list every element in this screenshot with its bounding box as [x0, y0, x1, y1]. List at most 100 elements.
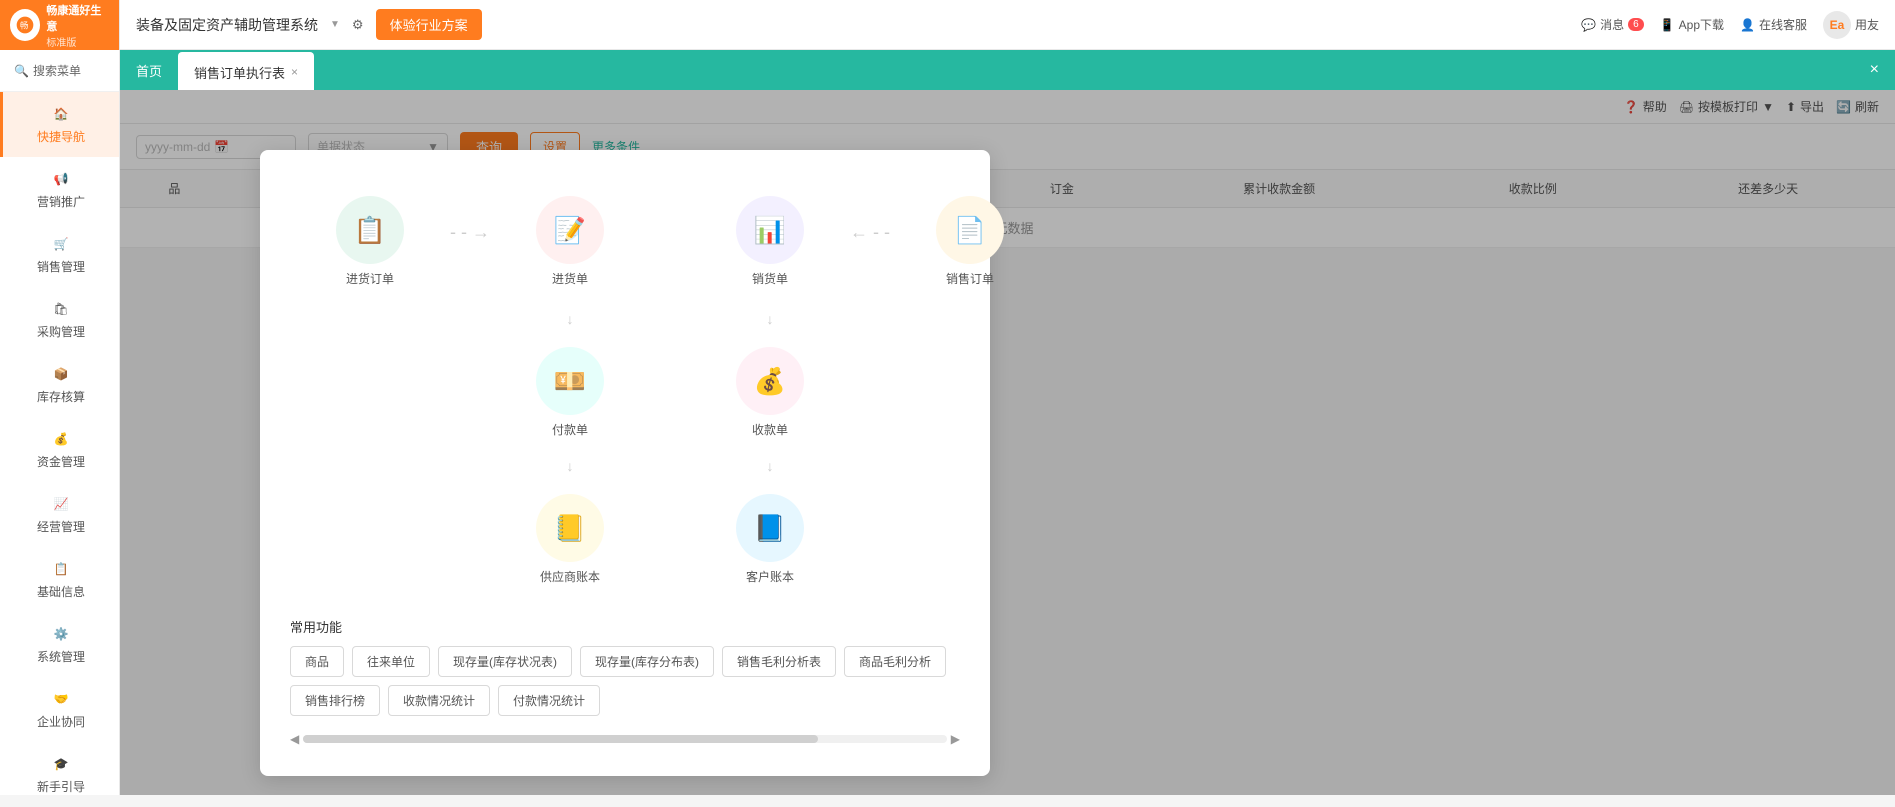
- sidebar-item-finance[interactable]: 💰 资金管理: [0, 417, 119, 482]
- sidebar-item-basic-info[interactable]: 📋 基础信息: [0, 547, 119, 612]
- sidebar-item-collab[interactable]: 🤝 企业协同: [0, 677, 119, 742]
- search-label: 搜索菜单: [33, 62, 81, 79]
- func-btn-receipt-stats[interactable]: 收款情况统计: [388, 685, 490, 716]
- func-btn-partner[interactable]: 往来单位: [352, 646, 430, 677]
- settings-icon[interactable]: ⚙: [352, 17, 364, 33]
- flow-cell-payment[interactable]: 💴 付款单: [490, 331, 650, 454]
- flow-cell-customer-ledger[interactable]: 📘 客户账本: [690, 478, 850, 601]
- arrow-down-payment: ↓: [490, 458, 650, 474]
- receipt-icon: 💰: [736, 347, 804, 415]
- arrow-down-purchase: ↓: [490, 311, 650, 327]
- finance-icon: 💰: [51, 429, 71, 449]
- modal-box: 📋 进货订单 - - → 📝 进货单 📊 销货单: [260, 150, 990, 776]
- user-avatar: Ea: [1823, 11, 1851, 39]
- func-btn-payment-stats[interactable]: 付款情况统计: [498, 685, 600, 716]
- arrow-down-receipt: ↓: [690, 458, 850, 474]
- sales-order-label: 销售订单: [946, 270, 994, 287]
- flow-cell-purchase-order[interactable]: 📋 进货订单: [290, 180, 450, 303]
- experience-button[interactable]: 体验行业方案: [376, 9, 482, 40]
- sidebar-item-label: 经营管理: [37, 518, 85, 535]
- tab-sales-order-label: 销售订单执行表: [194, 63, 285, 82]
- arrow-down-sales: ↓: [690, 311, 850, 327]
- purchase-bill-label: 进货单: [552, 270, 588, 287]
- marketing-icon: 📢: [51, 169, 71, 189]
- scroll-left-icon[interactable]: ◀: [290, 732, 299, 746]
- sidebar-item-label: 库存核算: [37, 388, 85, 405]
- receipt-label: 收款单: [752, 421, 788, 438]
- arrow-right-1: - - →: [450, 222, 490, 261]
- sidebar-item-purchase[interactable]: 🛍 采购管理: [0, 287, 119, 352]
- scrollbar-thumb: [303, 735, 818, 743]
- sidebar-item-system[interactable]: ⚙️ 系统管理: [0, 612, 119, 677]
- func-btn-sales-ranking[interactable]: 销售排行榜: [290, 685, 380, 716]
- logo-text: 畅康通好生意: [46, 2, 109, 34]
- sidebar-item-label: 新手引导: [37, 778, 85, 795]
- func-btn-sales-profit[interactable]: 销售毛利分析表: [722, 646, 836, 677]
- customer-ledger-icon: 📘: [736, 494, 804, 562]
- sidebar-search[interactable]: 🔍 搜索菜单: [0, 50, 119, 92]
- scrollbar-track[interactable]: [303, 735, 947, 743]
- func-btn-stock-dist[interactable]: 现存量(库存分布表): [580, 646, 714, 677]
- sidebar-item-sales[interactable]: 🛒 销售管理: [0, 222, 119, 287]
- home-icon: 🏠: [51, 104, 71, 124]
- service-icon: 👤: [1740, 18, 1755, 32]
- common-functions: 常用功能 商品 往来单位 现存量(库存状况表) 现存量(库存分布表) 销售毛利分…: [290, 617, 960, 716]
- sidebar-logo: 畅 畅康通好生意 标准版: [0, 0, 119, 50]
- tab-sales-order[interactable]: 销售订单执行表 ×: [178, 52, 314, 92]
- sidebar-item-inventory[interactable]: 📦 库存核算: [0, 352, 119, 417]
- customer-ledger-label: 客户账本: [746, 568, 794, 585]
- message-icon: 💬: [1581, 18, 1596, 32]
- search-menu-button[interactable]: 🔍 搜索菜单: [10, 58, 109, 83]
- app-download-button[interactable]: 📱 App下载: [1660, 16, 1724, 33]
- content-area: ❓ 帮助 🖨 按模板打印 ▼ ⬆ 导出 🔄 刷新: [120, 90, 1895, 795]
- sidebar-item-label: 快捷导航: [37, 128, 85, 145]
- payment-icon: 💴: [536, 347, 604, 415]
- user-name: 用友: [1855, 16, 1879, 33]
- message-button[interactable]: 💬 消息 6: [1581, 16, 1644, 33]
- system-icon: ⚙️: [51, 624, 71, 644]
- arrow-left-1: ← - -: [850, 222, 890, 261]
- sidebar-item-guide[interactable]: 🎓 新手引导: [0, 742, 119, 807]
- app-download-label: App下载: [1679, 16, 1724, 33]
- message-label: 消息: [1600, 16, 1624, 33]
- basic-info-icon: 📋: [51, 559, 71, 579]
- flow-cell-purchase-bill[interactable]: 📝 进货单: [490, 180, 650, 303]
- system-title: 装备及固定资产辅助管理系统: [136, 15, 318, 35]
- message-badge: 6: [1628, 18, 1644, 31]
- flow-cell-receipt[interactable]: 💰 收款单: [690, 331, 850, 454]
- dropdown-arrow-icon[interactable]: ▼: [330, 19, 340, 30]
- search-icon: 🔍: [14, 64, 29, 78]
- modal-scrollbar: ◀ ▶: [290, 732, 960, 746]
- tab-home[interactable]: 首页: [120, 50, 178, 90]
- supplier-ledger-icon: 📒: [536, 494, 604, 562]
- sidebar-item-label: 采购管理: [37, 323, 85, 340]
- flow-cell-sales-order[interactable]: 📄 销售订单: [890, 180, 1050, 303]
- sidebar-item-quick-nav[interactable]: 🏠 快捷导航: [0, 92, 119, 157]
- common-functions-title: 常用功能: [290, 617, 960, 636]
- close-window-icon[interactable]: ×: [1870, 61, 1879, 79]
- sidebar-item-label: 资金管理: [37, 453, 85, 470]
- func-btn-product-profit[interactable]: 商品毛利分析: [844, 646, 946, 677]
- flow-cell-supplier-ledger[interactable]: 📒 供应商账本: [490, 478, 650, 601]
- tab-close-icon[interactable]: ×: [291, 65, 298, 79]
- tab-home-label: 首页: [136, 61, 162, 80]
- sales-order-icon: 📄: [936, 196, 1004, 264]
- sales-bill-label: 销货单: [752, 270, 788, 287]
- sidebar-item-marketing[interactable]: 📢 营销推广: [0, 157, 119, 222]
- supplier-ledger-label: 供应商账本: [540, 568, 600, 585]
- sidebar-item-operations[interactable]: 📈 经营管理: [0, 482, 119, 547]
- sidebar-item-label: 基础信息: [37, 583, 85, 600]
- func-btn-stock-status[interactable]: 现存量(库存状况表): [438, 646, 572, 677]
- top-header: 装备及固定资产辅助管理系统 ▼ ⚙ 体验行业方案 💬 消息 6 📱 App下载 …: [120, 0, 1895, 50]
- sidebar-item-label: 销售管理: [37, 258, 85, 275]
- purchase-bill-icon: 📝: [536, 196, 604, 264]
- inventory-icon: 📦: [51, 364, 71, 384]
- online-service-button[interactable]: 👤 在线客服: [1740, 16, 1807, 33]
- main-area: 装备及固定资产辅助管理系统 ▼ ⚙ 体验行业方案 💬 消息 6 📱 App下载 …: [120, 0, 1895, 795]
- header-right: 💬 消息 6 📱 App下载 👤 在线客服 Ea 用友: [1581, 11, 1879, 39]
- func-btn-product[interactable]: 商品: [290, 646, 344, 677]
- purchase-icon: 🛍: [51, 299, 71, 319]
- flow-cell-sales-bill[interactable]: 📊 销货单: [690, 180, 850, 303]
- user-menu[interactable]: Ea 用友: [1823, 11, 1879, 39]
- scroll-right-icon[interactable]: ▶: [951, 732, 960, 746]
